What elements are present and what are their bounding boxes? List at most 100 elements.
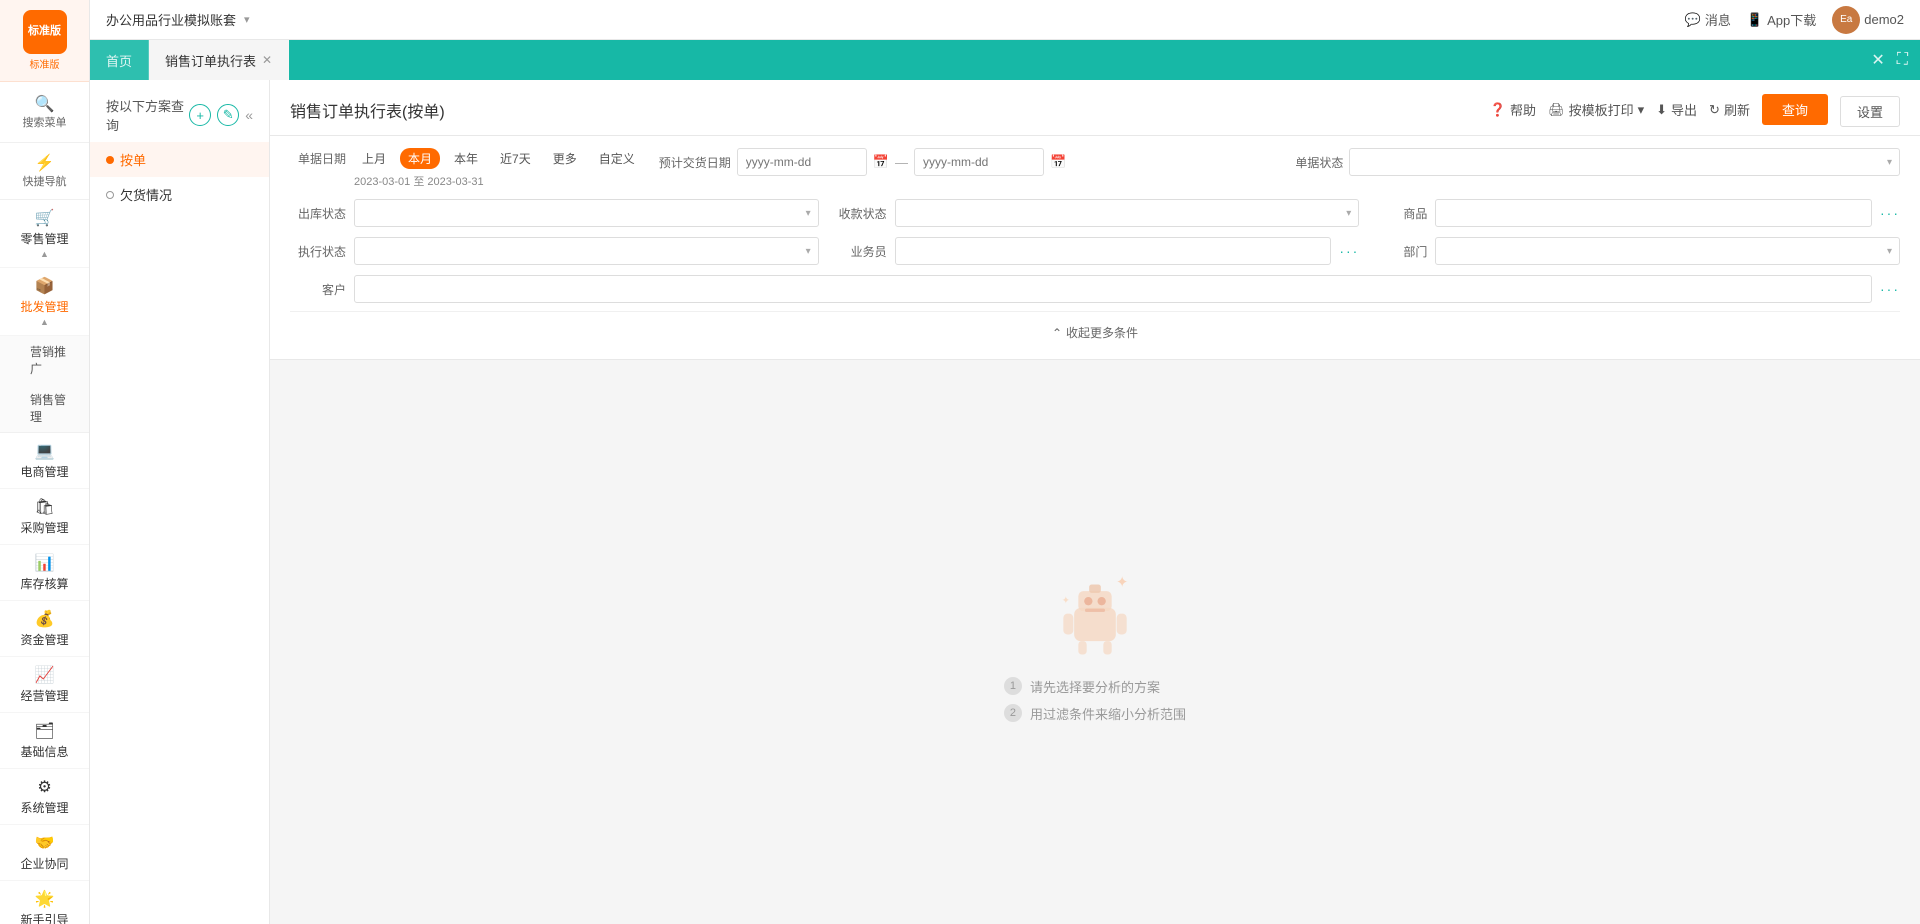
- active-dot-icon: [106, 156, 114, 164]
- date-opt-more[interactable]: 更多: [545, 148, 585, 169]
- refresh-label: 刷新: [1724, 100, 1750, 119]
- tab-sales-order[interactable]: 销售订单执行表 ✕: [149, 40, 289, 80]
- exec-status-label: 执行状态: [290, 243, 346, 260]
- customer-input[interactable]: [354, 275, 1872, 303]
- salesperson-label: 业务员: [831, 243, 887, 260]
- date-range-text: 2023-03-01 至 2023-03-31: [354, 173, 484, 189]
- date-opt-last-month[interactable]: 上月: [354, 148, 394, 169]
- search-menu-item[interactable]: 🔍 搜索菜单: [6, 90, 83, 134]
- help-label: 帮助: [1510, 100, 1536, 119]
- left-panel-item-pressorder[interactable]: 按单: [90, 142, 269, 177]
- expected-date-end-input[interactable]: [914, 148, 1044, 176]
- query-btn[interactable]: 查询: [1762, 94, 1828, 125]
- sidebar-item-operation[interactable]: 📈 经营管理: [0, 657, 89, 713]
- export-label: 导出: [1671, 100, 1697, 119]
- salesperson-input[interactable]: [895, 237, 1332, 265]
- topbar-message-label: 消息: [1705, 10, 1731, 29]
- app-download-icon: 📱: [1747, 12, 1763, 28]
- export-btn[interactable]: ⬇ 导出: [1656, 100, 1697, 119]
- date-dash: —: [895, 155, 908, 170]
- setup-btn[interactable]: 设置: [1840, 96, 1900, 127]
- search-menu-label: 搜索菜单: [23, 114, 67, 130]
- customer-label: 客户: [290, 281, 346, 298]
- date-opt-custom[interactable]: 自定义: [591, 148, 643, 169]
- sidebar-item-basic-label: 基础信息: [20, 743, 68, 760]
- print-btn[interactable]: 🖨 按模板打印 ▾: [1548, 100, 1644, 119]
- filter-cell-dept: 部门 ▾: [1371, 237, 1900, 265]
- refresh-icon: ↻: [1709, 102, 1720, 118]
- left-panel-add-btn[interactable]: +: [189, 104, 211, 126]
- empty-line-2: 2 用过滤条件来缩小分析范围: [1004, 704, 1186, 723]
- topbar-arrow-icon: ▾: [244, 13, 250, 26]
- bill-status-label: 单据状态: [1287, 154, 1343, 171]
- print-icon: 🖨: [1548, 102, 1565, 118]
- sidebar-item-finance[interactable]: 💰 资金管理: [0, 601, 89, 657]
- print-arrow-icon: ▾: [1638, 102, 1645, 118]
- filter-area: 单据日期 上月 本月 本年 近7天 更多 自定义 2023-03-0: [270, 136, 1920, 360]
- empty-line-2-text: 用过滤条件来缩小分析范围: [1030, 704, 1186, 723]
- message-icon: 💬: [1685, 12, 1701, 28]
- sidebar-item-purchase-label: 采购管理: [20, 519, 68, 536]
- topbar-left: 办公用品行业模拟账套 ▾: [106, 10, 250, 29]
- tabbar-expand-btn[interactable]: ⛶: [1897, 51, 1908, 69]
- quick-nav-item[interactable]: ⚡ 快捷导航: [0, 147, 89, 195]
- inactive-dot-icon: [106, 191, 114, 199]
- filter-cell-execstatus: 执行状态 ▾: [290, 237, 819, 265]
- tabbar-close-btn[interactable]: ✕: [1871, 50, 1884, 70]
- sidebar-item-ecom-label: 电商管理: [20, 463, 68, 480]
- sidebar-quicknav-section: ⚡ 快捷导航: [0, 143, 89, 200]
- out-status-select[interactable]: [354, 199, 819, 227]
- exec-status-select[interactable]: [354, 237, 819, 265]
- logo-text: 标准版: [30, 56, 60, 71]
- expected-date-start-input[interactable]: [737, 148, 867, 176]
- submenu-item-marketing[interactable]: 营销推广: [0, 336, 89, 384]
- topbar-right: 💬 消息 📱 App下载 Ea demo2: [1685, 6, 1904, 34]
- filter-cell-payment: 收款状态 ▾: [831, 199, 1360, 227]
- sidebar-item-basic[interactable]: 🗂 基础信息: [0, 713, 89, 769]
- customer-more-icon[interactable]: ···: [1880, 281, 1900, 297]
- left-panel-item-arrears[interactable]: 欠货情况: [90, 177, 269, 212]
- refresh-btn[interactable]: ↻ 刷新: [1709, 100, 1750, 119]
- payment-status-label: 收款状态: [831, 205, 887, 222]
- topbar-user-btn[interactable]: Ea demo2: [1832, 6, 1904, 34]
- empty-text: 1 请先选择要分析的方案 2 用过滤条件来缩小分析范围: [1004, 677, 1186, 723]
- date-opt-7days[interactable]: 近7天: [492, 148, 539, 169]
- sidebar-item-inventory-label: 库存核算: [20, 575, 68, 592]
- sidebar-item-wholesale-arrow: ▲: [40, 317, 49, 327]
- submenu-item-sales[interactable]: 销售管理: [0, 384, 89, 432]
- left-panel-collapse-btn[interactable]: «: [245, 107, 253, 123]
- sidebar-item-inventory[interactable]: 📊 库存核算: [0, 545, 89, 601]
- sidebar-item-retail-label: 零售管理: [20, 230, 68, 247]
- page-title: 销售订单执行表(按单): [290, 98, 445, 122]
- tab-close-icon[interactable]: ✕: [262, 53, 272, 67]
- collapse-filter-btn[interactable]: ⌃ 收起更多条件: [290, 318, 1900, 347]
- left-panel-edit-btn[interactable]: ✎: [217, 104, 239, 126]
- sidebar: 标准版 标准版 🔍 搜索菜单 ⚡ 快捷导航 🛒 零售管理 ▲ 📦 批发管理 ▲ …: [0, 0, 90, 924]
- edit-icon: ✎: [223, 107, 234, 123]
- topbar-message-btn[interactable]: 💬 消息: [1685, 10, 1731, 29]
- sidebar-item-wholesale[interactable]: 📦 批发管理 ▲: [0, 268, 89, 336]
- sidebar-item-retail[interactable]: 🛒 零售管理 ▲: [0, 200, 89, 268]
- dept-select[interactable]: [1435, 237, 1900, 265]
- sidebar-item-purchase[interactable]: 🛍 采购管理: [0, 489, 89, 545]
- salesperson-more-icon[interactable]: ···: [1339, 243, 1359, 259]
- date-opt-current-month[interactable]: 本月: [400, 148, 440, 169]
- print-label: 按模板打印: [1569, 100, 1634, 119]
- sidebar-item-system[interactable]: ⚙ 系统管理: [0, 769, 89, 825]
- help-btn[interactable]: ❓ 帮助: [1490, 100, 1536, 119]
- date-opt-current-year[interactable]: 本年: [446, 148, 486, 169]
- goods-more-icon[interactable]: ···: [1880, 205, 1900, 221]
- empty-state: ✦ ✦ 1 请先选择要分析的方案 2 用过滤条件来缩小分析范围: [270, 360, 1920, 924]
- submenu-item-marketing-label: 营销推广: [30, 343, 73, 377]
- collapse-chevron-icon: ⌃: [1052, 326, 1062, 340]
- tab-home[interactable]: 首页: [90, 40, 149, 80]
- bill-status-select[interactable]: [1349, 148, 1900, 176]
- topbar-app-download-btn[interactable]: 📱 App下载: [1747, 10, 1816, 29]
- goods-input[interactable]: [1435, 199, 1872, 227]
- sidebar-item-newuser[interactable]: 🌟 新手引导: [0, 881, 89, 924]
- sidebar-item-ecom[interactable]: 💻 电商管理: [0, 433, 89, 489]
- sidebar-item-enterprise[interactable]: 🤝 企业协同: [0, 825, 89, 881]
- date-calendar-icon-1[interactable]: 📅: [873, 154, 889, 170]
- payment-status-select[interactable]: [895, 199, 1360, 227]
- date-calendar-icon-2[interactable]: 📅: [1050, 154, 1066, 170]
